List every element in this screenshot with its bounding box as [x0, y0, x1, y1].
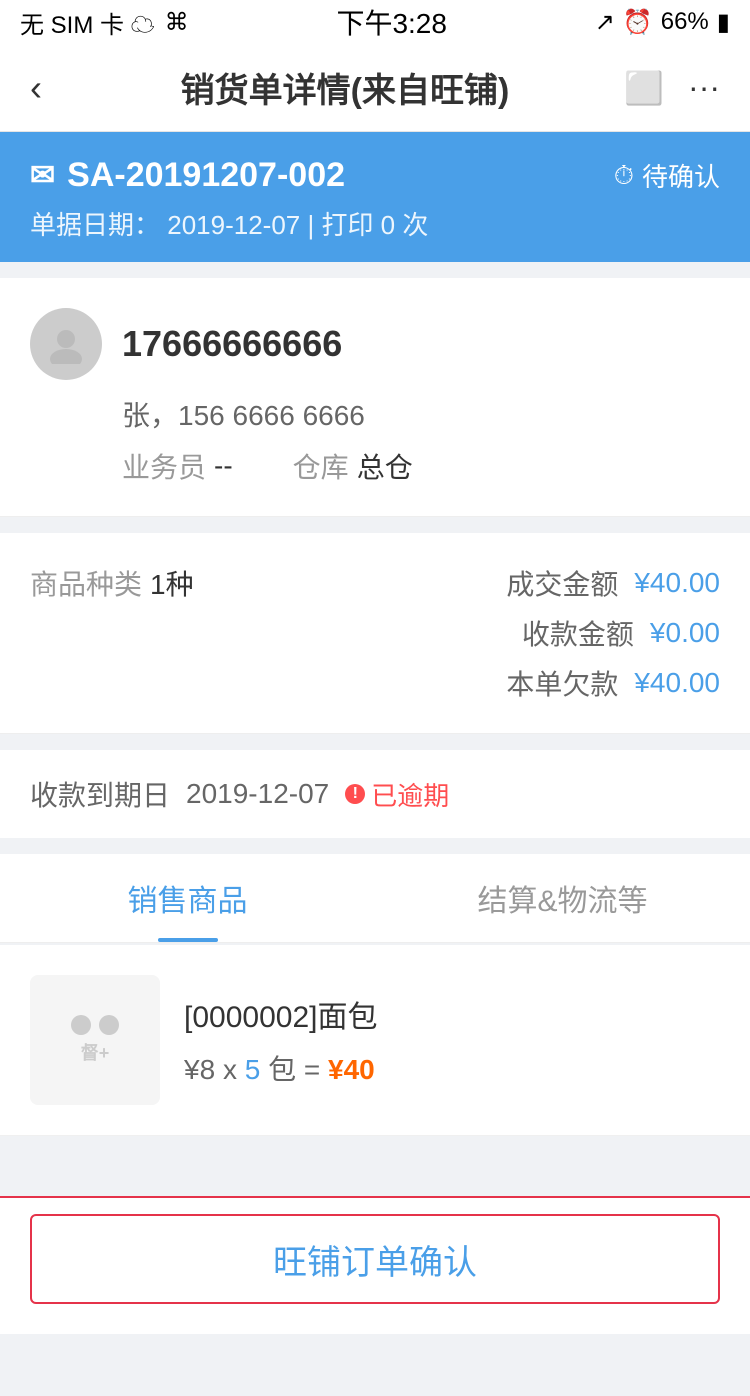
page-title: 销货单详情(来自旺铺)	[90, 63, 600, 112]
overdue-text: 已逾期	[371, 776, 449, 813]
unit: 包	[268, 1054, 296, 1085]
price-unit: ¥8	[184, 1054, 215, 1085]
total-price: ¥40	[328, 1054, 375, 1085]
customer-card: 17666666666 张，156 6666 6666 业务员 -- 仓库 总仓	[0, 278, 750, 517]
share-icon[interactable]: ⬜	[624, 69, 664, 107]
order-status: ⏱ 待确认	[614, 157, 720, 194]
nav-actions: ⬜ ···	[600, 69, 720, 107]
owed-label: 本单欠款	[506, 663, 618, 703]
back-button[interactable]: ‹	[30, 67, 90, 109]
warehouse-value: 总仓	[357, 446, 413, 486]
multiply-sign: x	[223, 1054, 245, 1085]
amount-value: ¥40.00	[634, 567, 720, 599]
product-price-row: ¥8 x 5 包 = ¥40	[184, 1048, 720, 1088]
order-date-text: 2019-12-07	[167, 210, 300, 240]
amount-label: 成交金额	[506, 563, 618, 603]
due-date-card: 收款到期日 2019-12-07 ! 已逾期	[0, 750, 750, 838]
alarm-icon: ⏰	[623, 8, 653, 37]
product-name: [0000002]面包	[184, 992, 720, 1036]
order-status-text: 待确认	[642, 157, 720, 194]
received-label: 收款金额	[522, 613, 634, 653]
order-icon: ✉	[30, 158, 55, 193]
owl-eye-right	[99, 1015, 119, 1035]
product-type-label: 商品种类	[30, 563, 142, 603]
table-row: 督+ [0000002]面包 ¥8 x 5 包 = ¥40	[0, 945, 750, 1136]
order-id-text: SA-20191207-002	[67, 156, 345, 195]
customer-contact: 张，156 6666 6666	[30, 394, 720, 434]
sales-label: 业务员	[122, 446, 206, 486]
overdue-badge: ! 已逾期	[345, 776, 449, 813]
product-thumbnail: 督+	[30, 975, 160, 1105]
more-icon[interactable]: ···	[688, 69, 720, 106]
quantity: 5	[245, 1054, 261, 1085]
tab-products[interactable]: 销售商品	[0, 854, 375, 942]
summary-card: 商品种类 1种 成交金额 ¥40.00 收款金额 ¥0.00 本单欠款 ¥40.…	[0, 533, 750, 734]
avatar	[30, 308, 102, 380]
warehouse-label: 仓库	[293, 446, 349, 486]
order-date-row: 单据日期： 2019-12-07 | 打印 0 次	[30, 205, 720, 242]
customer-phone: 17666666666	[122, 323, 342, 365]
tab-settlement[interactable]: 结算&物流等	[375, 854, 750, 942]
owl-eye-left	[71, 1015, 91, 1035]
customer-meta: 业务员 -- 仓库 总仓	[30, 446, 720, 486]
status-right: ↗ ⏰ 66% ▮	[595, 8, 730, 37]
order-id: ✉ SA-20191207-002	[30, 156, 345, 195]
status-left: 无 SIM 卡 ☁ ⌘	[20, 5, 189, 40]
due-date-value: 2019-12-07	[186, 778, 329, 810]
battery-label: 66%	[661, 8, 709, 36]
tabs-container: 销售商品 结算&物流等	[0, 854, 750, 943]
sim-label: 无 SIM 卡 ☁	[20, 5, 155, 40]
status-bar: 无 SIM 卡 ☁ ⌘ 下午3:28 ↗ ⏰ 66% ▮	[0, 0, 750, 44]
status-clock-icon: ⏱	[614, 160, 634, 192]
owed-value: ¥40.00	[634, 667, 720, 699]
equals-sign: =	[304, 1054, 328, 1085]
overdue-icon: !	[345, 784, 365, 804]
print-info: | 打印 0 次	[307, 210, 428, 240]
battery-icon: ▮	[717, 8, 730, 37]
received-value: ¥0.00	[650, 617, 720, 649]
confirm-btn-container: 旺铺订单确认	[0, 1196, 750, 1334]
due-date-label: 收款到期日	[30, 774, 170, 814]
wifi-icon: ⌘	[165, 8, 189, 37]
product-list: 督+ [0000002]面包 ¥8 x 5 包 = ¥40	[0, 945, 750, 1136]
owl-logo-text: 督+	[81, 1039, 110, 1065]
location-icon: ↗	[595, 8, 615, 37]
tabs: 销售商品 结算&物流等	[0, 854, 750, 942]
sales-value: --	[214, 450, 233, 482]
confirm-order-button[interactable]: 旺铺订单确认	[30, 1214, 720, 1304]
order-header-banner: ✉ SA-20191207-002 ⏱ 待确认 单据日期： 2019-12-07…	[0, 132, 750, 262]
nav-bar: ‹ 销货单详情(来自旺铺) ⬜ ···	[0, 44, 750, 132]
product-type-value: 1种	[150, 563, 194, 603]
product-info: [0000002]面包 ¥8 x 5 包 = ¥40	[184, 992, 720, 1088]
time-display: 下午3:28	[336, 2, 447, 42]
date-label: 单据日期：	[30, 210, 160, 240]
